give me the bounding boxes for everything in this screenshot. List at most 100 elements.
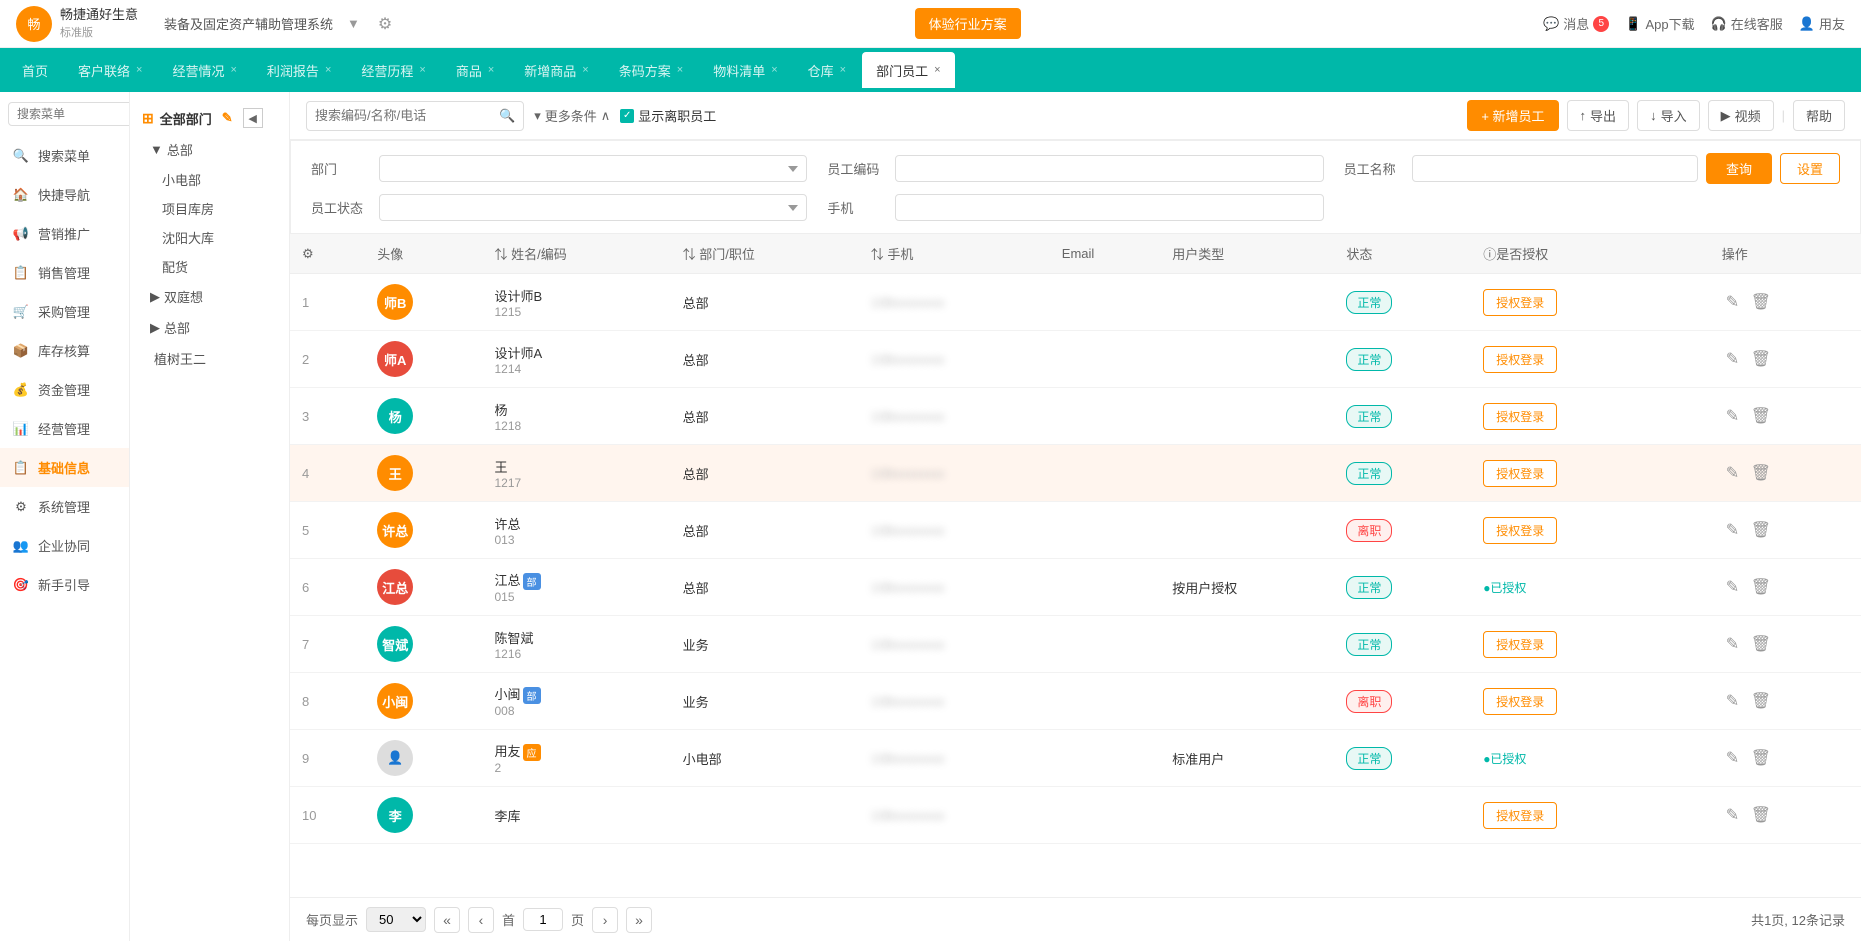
delete-btn[interactable]: 🗑 (1747, 290, 1775, 314)
sidebar-item-finance[interactable]: 💰资金管理 (0, 370, 129, 409)
auth-btn[interactable]: 授权登录 (1483, 346, 1557, 373)
online-service-btn[interactable]: 🎧 在线客服 (1711, 14, 1783, 33)
edit-btn[interactable]: ✎ (1722, 290, 1743, 314)
tab-close-icon[interactable]: × (771, 64, 777, 76)
delete-btn[interactable]: 🗑 (1747, 461, 1775, 485)
nav-tab-新增商品[interactable]: 新增商品 × (510, 52, 602, 88)
nav-tab-物料清单[interactable]: 物料清单 × (699, 52, 791, 88)
user-menu[interactable]: 👤 用友 (1799, 14, 1845, 33)
filter-empname-input[interactable] (1412, 155, 1698, 182)
sidebar-item-basic[interactable]: 📋基础信息 (0, 448, 129, 487)
delete-btn[interactable]: 🗑 (1747, 575, 1775, 599)
auth-btn[interactable]: 授权登录 (1483, 460, 1557, 487)
nav-tab-经营历程[interactable]: 经营历程 × (347, 52, 439, 88)
more-filter-btn[interactable]: ▾ 更多条件 ∧ (534, 106, 610, 125)
edit-btn[interactable]: ✎ (1722, 689, 1743, 713)
edit-btn[interactable]: ✎ (1722, 632, 1743, 656)
sidebar-item-collab[interactable]: 👥企业协同 (0, 526, 129, 565)
dropdown-icon[interactable]: ▼ (347, 16, 360, 31)
auth-btn[interactable]: 授权登录 (1483, 688, 1557, 715)
sidebar-item-operation[interactable]: 📊经营管理 (0, 409, 129, 448)
sidebar-item-search[interactable]: 🔍搜索菜单 (0, 136, 129, 175)
tab-close-icon[interactable]: × (230, 64, 236, 76)
tab-close-icon[interactable]: × (840, 64, 846, 76)
auth-btn[interactable]: 授权登录 (1483, 289, 1557, 316)
page-size-select[interactable]: 50 20 100 (366, 907, 426, 932)
setup-btn[interactable]: 设置 (1780, 153, 1840, 184)
tab-close-icon[interactable]: × (582, 64, 588, 76)
auth-btn[interactable]: 授权登录 (1483, 403, 1557, 430)
sidebar-item-marketing[interactable]: 📢营销推广 (0, 214, 129, 253)
delete-btn[interactable]: 🗑 (1747, 404, 1775, 428)
import-btn[interactable]: ↓ 导入 (1637, 100, 1700, 131)
edit-btn[interactable]: ✎ (1722, 803, 1743, 827)
filter-phone-input[interactable] (895, 194, 1323, 221)
sidebar-item-purchase[interactable]: 🛒采购管理 (0, 292, 129, 331)
col-phone[interactable]: ⇅ 手机 (859, 234, 1050, 274)
edit-btn[interactable]: ✎ (1722, 518, 1743, 542)
collapse-tree-btn[interactable]: ◀ (243, 108, 263, 128)
nav-tab-部门员工[interactable]: 部门员工 × (862, 52, 954, 88)
first-page-btn[interactable]: « (434, 907, 460, 933)
delete-btn[interactable]: 🗑 (1747, 518, 1775, 542)
nav-tab-利润报告[interactable]: 利润报告 × (253, 52, 345, 88)
help-btn[interactable]: 帮助 (1793, 100, 1845, 131)
dept-child-xiangmu[interactable]: 项目库房 (130, 194, 289, 223)
query-btn[interactable]: 查询 (1706, 153, 1772, 184)
dept-node-zongbu2[interactable]: ▶ 总部 (130, 312, 289, 343)
dept-node-shuangting[interactable]: ▶ 双庭想 (130, 281, 289, 312)
auth-btn[interactable]: 授权登录 (1483, 517, 1557, 544)
nav-tab-经营情况[interactable]: 经营情况 × (158, 52, 250, 88)
nav-tab-首页[interactable]: 首页 (8, 52, 62, 88)
sidebar-search-input[interactable] (8, 102, 130, 126)
export-btn[interactable]: ↑ 导出 (1567, 100, 1630, 131)
search-input[interactable] (315, 108, 495, 123)
add-employee-btn[interactable]: + 新增员工 (1467, 100, 1558, 131)
trial-btn[interactable]: 体验行业方案 (915, 8, 1021, 39)
auth-btn[interactable]: 授权登录 (1483, 802, 1557, 829)
tab-close-icon[interactable]: × (934, 64, 940, 76)
delete-btn[interactable]: 🗑 (1747, 632, 1775, 656)
nav-tab-客户联络[interactable]: 客户联络 × (64, 52, 156, 88)
tab-close-icon[interactable]: × (136, 64, 142, 76)
dept-node-zhishu[interactable]: 植树王二 (130, 343, 289, 374)
prev-page-btn[interactable]: ‹ (468, 907, 494, 933)
col-dept[interactable]: ⇅ 部门/职位 (671, 234, 859, 274)
filter-status-select[interactable] (379, 194, 807, 221)
message-btn[interactable]: 💬 消息 5 (1543, 14, 1609, 33)
app-download-btn[interactable]: 📱 App下载 (1625, 14, 1694, 33)
edit-btn[interactable]: ✎ (1722, 575, 1743, 599)
nav-tab-仓库[interactable]: 仓库 × (794, 52, 860, 88)
last-page-btn[interactable]: » (626, 907, 652, 933)
tab-close-icon[interactable]: × (488, 64, 494, 76)
tab-close-icon[interactable]: × (325, 64, 331, 76)
sidebar-item-system[interactable]: ⚙系统管理 (0, 487, 129, 526)
edit-btn[interactable]: ✎ (1722, 404, 1743, 428)
view-btn[interactable]: ▶ 视频 (1708, 100, 1774, 131)
sidebar-item-guide[interactable]: 🎯新手引导 (0, 565, 129, 604)
sidebar-item-inventory[interactable]: 📦库存核算 (0, 331, 129, 370)
settings-icon[interactable]: ⚙ (378, 14, 392, 34)
page-number-input[interactable] (523, 908, 563, 931)
tab-close-icon[interactable]: × (419, 64, 425, 76)
filter-dept-select[interactable] (379, 155, 807, 182)
edit-btn[interactable]: ✎ (1722, 461, 1743, 485)
dept-child-xiaodian[interactable]: 小电部 (130, 165, 289, 194)
show-resign-checkbox[interactable]: ✓ 显示离职员工 (620, 106, 716, 125)
col-settings[interactable]: ⚙ (290, 234, 365, 274)
dept-edit-icon[interactable]: ✎ (222, 110, 233, 126)
delete-btn[interactable]: 🗑 (1747, 746, 1775, 770)
delete-btn[interactable]: 🗑 (1747, 803, 1775, 827)
next-page-btn[interactable]: › (592, 907, 618, 933)
sidebar-item-quick-nav[interactable]: 🏠快捷导航 (0, 175, 129, 214)
delete-btn[interactable]: 🗑 (1747, 689, 1775, 713)
edit-btn[interactable]: ✎ (1722, 746, 1743, 770)
filter-empcode-input[interactable] (895, 155, 1323, 182)
delete-btn[interactable]: 🗑 (1747, 347, 1775, 371)
edit-btn[interactable]: ✎ (1722, 347, 1743, 371)
dept-child-shenyang[interactable]: 沈阳大库 (130, 223, 289, 252)
nav-tab-条码方案[interactable]: 条码方案 × (605, 52, 697, 88)
sidebar-item-sales[interactable]: 📋销售管理 (0, 253, 129, 292)
tab-close-icon[interactable]: × (677, 64, 683, 76)
dept-child-peihuo[interactable]: 配货 (130, 252, 289, 281)
